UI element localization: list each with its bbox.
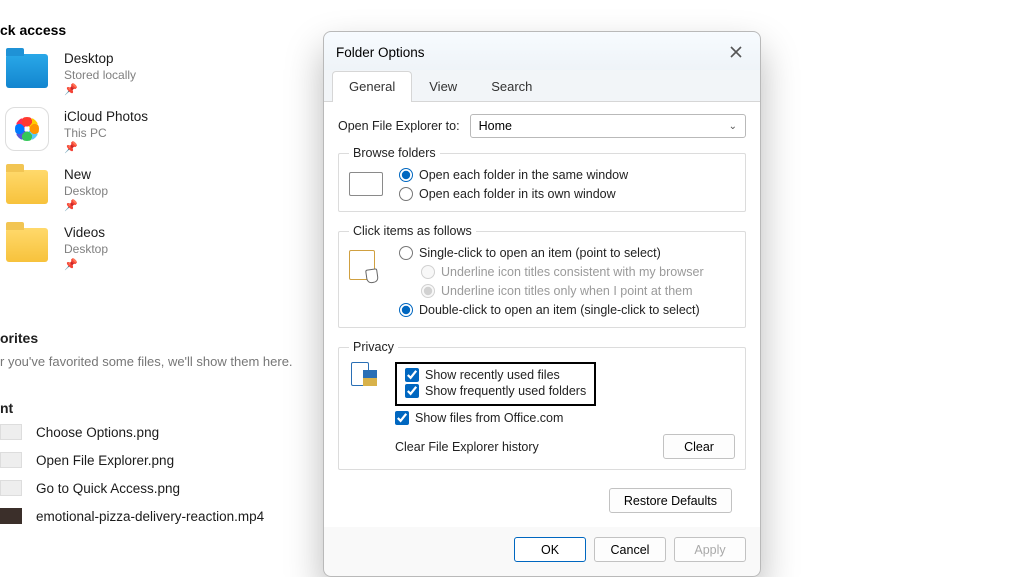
qa-item-sub: Desktop <box>64 184 108 200</box>
qa-item-name: iCloud Photos <box>64 108 148 126</box>
open-to-combobox[interactable]: Home ⌄ <box>470 114 746 138</box>
tab-view[interactable]: View <box>412 71 474 102</box>
tab-general[interactable]: General <box>332 71 412 102</box>
recent-item-name: emotional-pizza-delivery-reaction.mp4 <box>36 509 264 524</box>
ok-button[interactable]: OK <box>514 537 586 562</box>
radio-own-window[interactable]: Open each folder in its own window <box>399 187 735 201</box>
photos-icon <box>5 107 49 151</box>
checkbox-recent-files[interactable]: Show recently used files <box>405 367 586 383</box>
folder-icon <box>6 228 48 262</box>
quick-access-item[interactable]: iCloud Photos This PC 📌 <box>0 106 300 154</box>
apply-button[interactable]: Apply <box>674 537 746 562</box>
clear-button[interactable]: Clear <box>663 434 735 459</box>
pin-icon: 📌 <box>64 143 148 154</box>
restore-defaults-button[interactable]: Restore Defaults <box>609 488 732 513</box>
clear-history-label: Clear File Explorer history <box>395 440 539 454</box>
privacy-icon <box>349 362 383 392</box>
close-button[interactable] <box>722 40 750 64</box>
qa-item-sub: Stored locally <box>64 68 136 84</box>
recent-item[interactable]: emotional-pizza-delivery-reaction.mp4 <box>0 508 320 524</box>
click-items-legend: Click items as follows <box>349 224 476 238</box>
folder-options-dialog: Folder Options General View Search Open … <box>323 31 761 577</box>
quick-access-item[interactable]: New Desktop 📌 <box>0 164 300 212</box>
checkbox-office-files[interactable]: Show files from Office.com <box>395 410 735 426</box>
folder-icon <box>6 170 48 204</box>
pin-icon: 📌 <box>64 201 108 212</box>
qa-item-name: Videos <box>64 224 108 242</box>
recent-item[interactable]: Open File Explorer.png <box>0 452 320 468</box>
favorites-section: orites r you've favorited some files, we… <box>0 330 320 369</box>
cancel-button[interactable]: Cancel <box>594 537 666 562</box>
radio-underline-browser: Underline icon titles consistent with my… <box>421 265 735 279</box>
image-thumb-icon <box>0 480 22 496</box>
open-to-label: Open File Explorer to: <box>338 119 460 133</box>
pin-icon: 📌 <box>64 260 108 271</box>
pin-icon: 📌 <box>64 85 136 96</box>
image-thumb-icon <box>0 424 22 440</box>
privacy-legend: Privacy <box>349 340 398 354</box>
qa-item-sub: This PC <box>64 126 148 142</box>
checkbox-frequent-folders[interactable]: Show frequently used folders <box>405 383 586 399</box>
close-icon <box>730 46 742 58</box>
recent-item-name: Choose Options.png <box>36 425 159 440</box>
qa-item-name: Desktop <box>64 50 136 68</box>
browse-folders-group: Browse folders Open each folder in the s… <box>338 146 746 212</box>
recent-item-name: Open File Explorer.png <box>36 453 174 468</box>
chevron-down-icon: ⌄ <box>729 121 737 132</box>
radio-single-click[interactable]: Single-click to open an item (point to s… <box>399 246 735 260</box>
qa-item-sub: Desktop <box>64 242 108 258</box>
radio-double-click[interactable]: Double-click to open an item (single-cli… <box>399 303 735 317</box>
click-items-group: Click items as follows Single-click to o… <box>338 224 746 328</box>
tab-search[interactable]: Search <box>474 71 549 102</box>
video-thumb-icon <box>0 508 22 524</box>
recent-section: nt Choose Options.png Open File Explorer… <box>0 400 320 524</box>
recent-heading: nt <box>0 400 320 416</box>
dialog-tabs: General View Search <box>324 70 760 102</box>
privacy-group: Privacy Show recently used files Show fr… <box>338 340 746 470</box>
recent-item[interactable]: Go to Quick Access.png <box>0 480 320 496</box>
dialog-title: Folder Options <box>336 45 425 60</box>
click-icon <box>349 250 375 280</box>
quick-access-item[interactable]: Videos Desktop 📌 <box>0 222 300 270</box>
privacy-highlight-box: Show recently used files Show frequently… <box>395 362 596 406</box>
image-thumb-icon <box>0 452 22 468</box>
browse-folders-legend: Browse folders <box>349 146 440 160</box>
recent-item-name: Go to Quick Access.png <box>36 481 180 496</box>
favorites-hint: r you've favorited some files, we'll sho… <box>0 354 320 369</box>
open-to-value: Home <box>479 119 512 133</box>
folder-icon <box>6 54 48 88</box>
quick-access-heading: ck access <box>0 22 300 38</box>
radio-same-window[interactable]: Open each folder in the same window <box>399 168 735 182</box>
favorites-heading: orites <box>0 330 320 346</box>
quick-access-item[interactable]: Desktop Stored locally 📌 <box>0 48 300 96</box>
recent-item[interactable]: Choose Options.png <box>0 424 320 440</box>
window-icon <box>349 172 383 196</box>
radio-underline-point: Underline icon titles only when I point … <box>421 284 735 298</box>
quick-access-section: ck access Desktop Stored locally 📌 iClou… <box>0 22 300 271</box>
qa-item-name: New <box>64 166 108 184</box>
